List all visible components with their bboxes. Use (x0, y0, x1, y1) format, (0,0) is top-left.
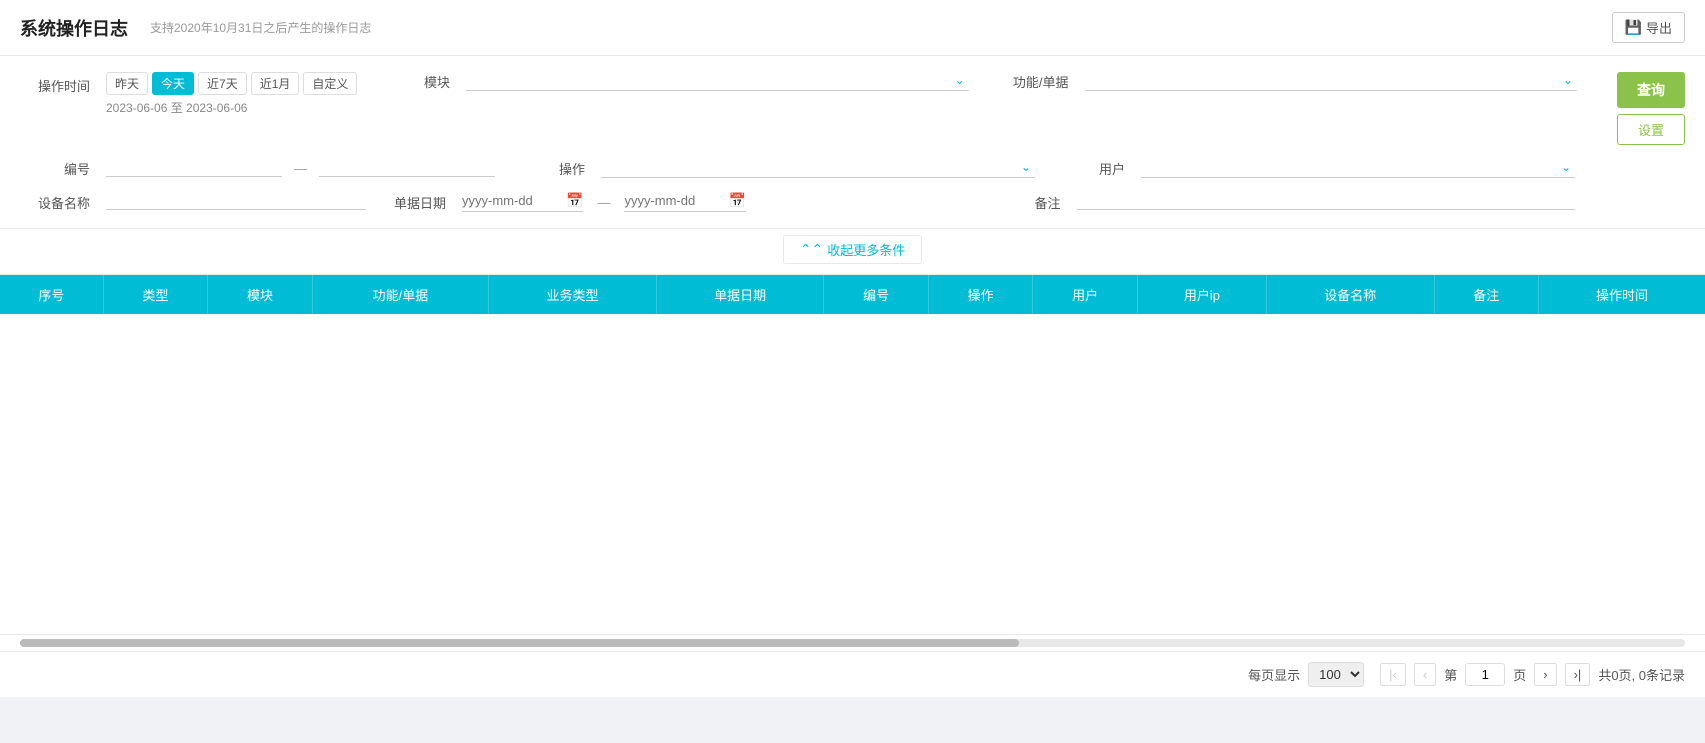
col-remark: 备注 (1434, 275, 1538, 314)
col-operation: 操作 (928, 275, 1032, 314)
function-label: 功能/单据 (989, 72, 1069, 91)
user-select-wrapper: ⌄ (1141, 160, 1575, 178)
collapse-button[interactable]: ⌃⌃ 收起更多条件 (783, 235, 922, 264)
number-input2-wrapper (319, 161, 495, 177)
query-button[interactable]: 查询 (1617, 72, 1685, 108)
col-seq: 序号 (0, 275, 103, 314)
device-label: 设备名称 (20, 193, 90, 212)
date-start-wrapper: 📅 (462, 192, 583, 212)
horizontal-scrollbar[interactable] (20, 639, 1685, 647)
time-btn-custom[interactable]: 自定义 (303, 72, 357, 95)
number-label: 编号 (20, 159, 90, 178)
page-number-input[interactable] (1465, 663, 1505, 686)
remark-input[interactable] (1077, 194, 1576, 209)
col-user: 用户 (1033, 275, 1137, 314)
col-function: 功能/单据 (312, 275, 488, 314)
time-btn-today[interactable]: 今天 (152, 72, 194, 95)
function-select[interactable] (1085, 73, 1578, 88)
page-size-select[interactable]: 100 50 200 (1308, 662, 1364, 687)
date-end-wrapper: 📅 (624, 192, 745, 212)
page-text-label: 第 (1444, 665, 1457, 684)
col-type: 类型 (103, 275, 207, 314)
col-optime: 操作时间 (1539, 275, 1705, 314)
settings-button[interactable]: 设置 (1617, 114, 1685, 145)
scrollbar-thumb[interactable] (20, 639, 1019, 647)
number-input1[interactable] (106, 161, 282, 176)
calendar-end-icon[interactable]: 📅 (728, 192, 745, 209)
module-select[interactable] (466, 73, 969, 88)
page-subtitle: 支持2020年10月31日之后产生的操作日志 (150, 19, 371, 36)
page-title: 系统操作日志 (20, 15, 128, 41)
page-unit-label: 页 (1513, 665, 1526, 684)
operation-select-wrapper: ⌄ (601, 160, 1035, 178)
col-module: 模块 (208, 275, 312, 314)
number-dash: — (294, 161, 307, 176)
page-first-button[interactable]: |‹ (1380, 663, 1406, 686)
page-prev-button[interactable]: ‹ (1414, 663, 1436, 686)
export-icon: 💾 (1625, 19, 1642, 36)
remark-input-wrapper (1077, 194, 1576, 210)
table-header: 序号 类型 模块 功能/单据 业务类型 单据日期 编号 操作 用户 用户ip 设… (0, 275, 1705, 314)
operation-label: 操作 (515, 159, 585, 178)
collapse-section: ⌃⌃ 收起更多条件 (0, 229, 1705, 275)
user-label: 用户 (1055, 159, 1125, 178)
scrollbar-area (0, 634, 1705, 651)
operation-select[interactable] (601, 160, 1035, 175)
col-device: 设备名称 (1266, 275, 1434, 314)
per-page-label: 每页显示 (1248, 665, 1300, 684)
export-label: 导出 (1646, 18, 1672, 37)
date-start-input[interactable] (462, 193, 562, 208)
module-label: 模块 (380, 72, 450, 91)
time-label: 操作时间 (20, 76, 90, 95)
col-userip: 用户ip (1137, 275, 1266, 314)
calendar-start-icon[interactable]: 📅 (566, 192, 583, 209)
module-select-wrapper: ⌄ (466, 73, 969, 91)
collapse-label: 收起更多条件 (827, 240, 905, 259)
time-range-display: 2023-06-06 至 2023-06-06 (106, 99, 357, 116)
time-buttons: 昨天 今天 近7天 近1月 自定义 (106, 72, 357, 95)
page-next-button[interactable]: › (1534, 663, 1556, 686)
number-input1-wrapper (106, 161, 282, 177)
col-date: 单据日期 (656, 275, 824, 314)
col-number: 编号 (824, 275, 928, 314)
pagination-bar: 每页显示 100 50 200 |‹ ‹ 第 页 › ›| 共0页, 0条记录 (0, 651, 1705, 697)
date-end-input[interactable] (624, 193, 724, 208)
number-input2[interactable] (319, 161, 495, 176)
empty-state (0, 314, 1705, 634)
device-input[interactable] (106, 194, 366, 209)
export-button[interactable]: 💾 导出 (1612, 12, 1685, 43)
time-btn-7days[interactable]: 近7天 (198, 72, 247, 95)
filter-area: 操作时间 昨天 今天 近7天 近1月 自定义 2023-06-06 至 2023… (0, 56, 1705, 229)
table-header-row: 序号 类型 模块 功能/单据 业务类型 单据日期 编号 操作 用户 用户ip 设… (0, 275, 1705, 314)
page-header: 系统操作日志 支持2020年10月31日之后产生的操作日志 💾 导出 (0, 0, 1705, 56)
total-info: 共0页, 0条记录 (1598, 665, 1685, 684)
date-label: 单据日期 (386, 193, 446, 212)
data-table: 序号 类型 模块 功能/单据 业务类型 单据日期 编号 操作 用户 用户ip 设… (0, 275, 1705, 314)
action-buttons: 查询 设置 (1597, 72, 1685, 145)
col-biztype: 业务类型 (489, 275, 657, 314)
device-input-wrapper (106, 194, 366, 210)
user-select[interactable] (1141, 160, 1575, 175)
page-last-button[interactable]: ›| (1565, 663, 1591, 686)
function-select-wrapper: ⌄ (1085, 73, 1578, 91)
remark-label: 备注 (991, 193, 1061, 212)
time-btn-1month[interactable]: 近1月 (251, 72, 300, 95)
time-btn-yesterday[interactable]: 昨天 (106, 72, 148, 95)
table-area: 序号 类型 模块 功能/单据 业务类型 单据日期 编号 操作 用户 用户ip 设… (0, 275, 1705, 634)
date-dash: — (597, 195, 610, 210)
collapse-chevron-icon: ⌃⌃ (800, 241, 823, 258)
